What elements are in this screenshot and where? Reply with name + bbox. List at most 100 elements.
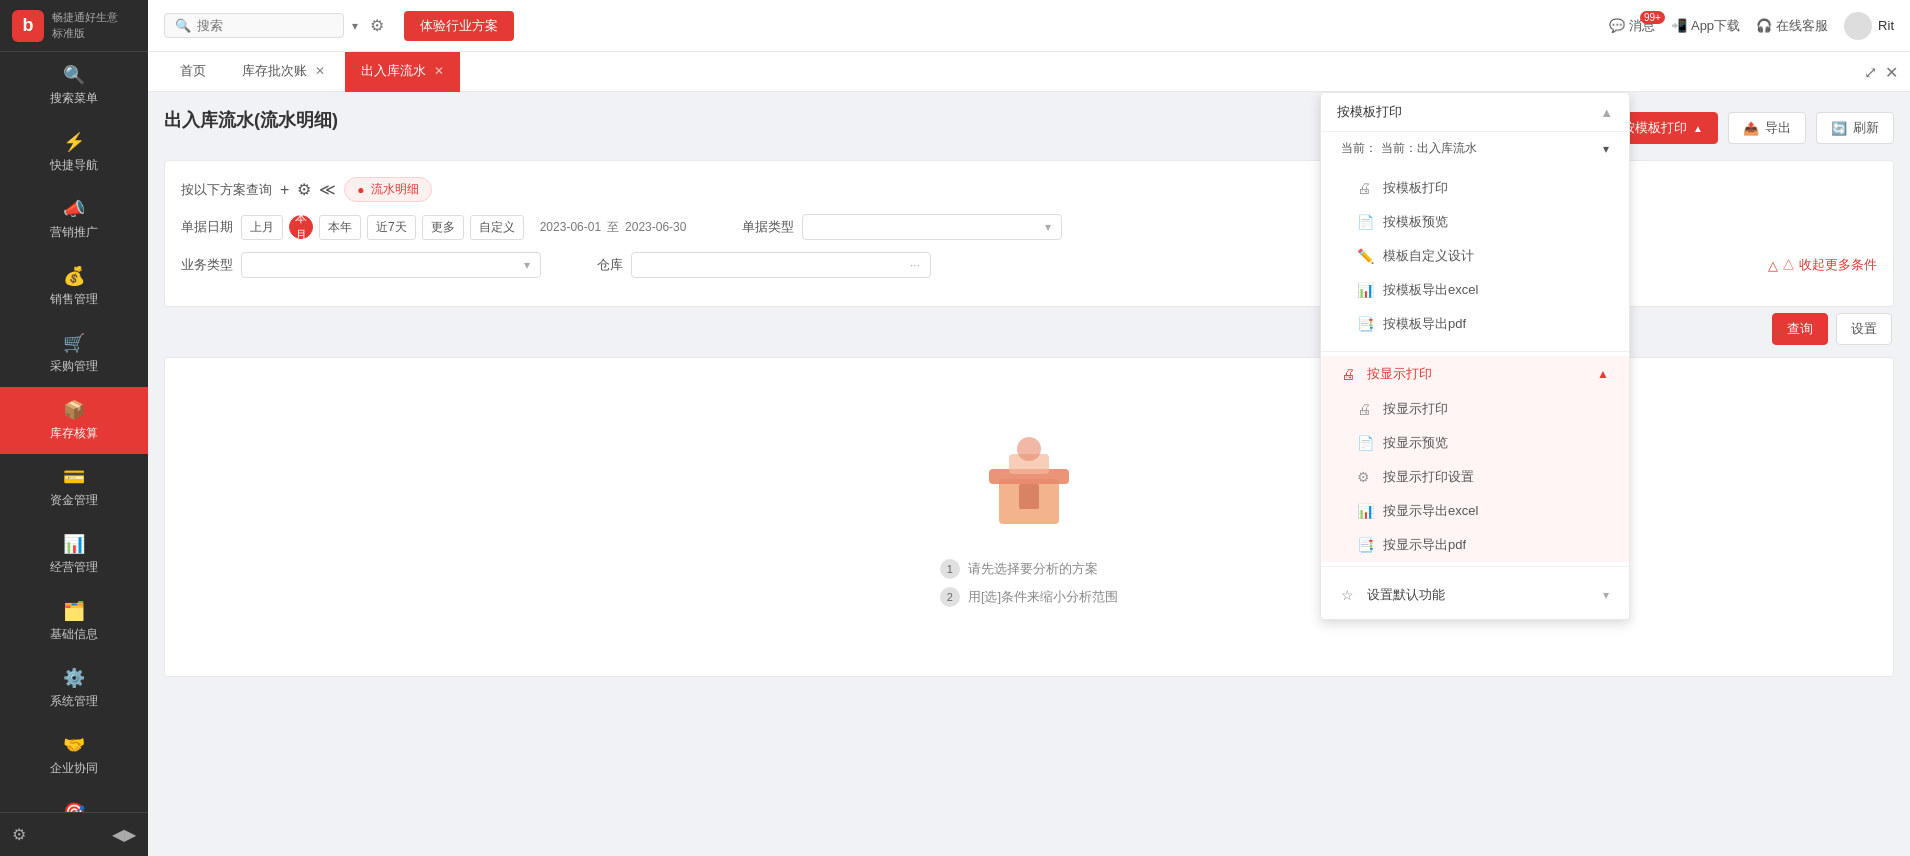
template-pdf-item[interactable]: 📑 按模板导出pdf [1321, 307, 1629, 341]
collapse-sidebar-icon[interactable]: ◀▶ [112, 825, 136, 844]
empty-step-1: 1 请先选择要分析的方案 [940, 559, 1118, 579]
date-btn-7days[interactable]: 近7天 [367, 215, 416, 240]
display-print-item[interactable]: 🖨 按显示打印 [1321, 392, 1629, 426]
page-content: 出入库流水(流水明细) 🖨 按模板打印 ▲ 📤 导出 🔄 刷新 [148, 92, 1910, 856]
step-1-num: 1 [940, 559, 960, 579]
trial-button[interactable]: 体验行业方案 [404, 11, 514, 41]
inventory-icon: 📦 [63, 399, 85, 421]
current-template-arrow[interactable]: ▾ [1603, 142, 1609, 156]
display-settings-item[interactable]: ⚙ 按显示打印设置 [1321, 460, 1629, 494]
tab-close-flow[interactable]: ✕ [434, 64, 444, 78]
tag-icon: ● [357, 183, 364, 197]
content-area: 1 请先选择要分析的方案 2 用[选]条件来缩小分析范围 [164, 357, 1894, 677]
dropdown-panel-header: 按模板打印 ▲ [1321, 93, 1629, 132]
maximize-button[interactable]: ⤢ [1864, 63, 1877, 82]
sidebar-item-basic[interactable]: 🗂️ 基础信息 [0, 588, 148, 655]
printer-icon: 🖨 [1357, 180, 1373, 196]
date-btn-custom[interactable]: 自定义 [470, 215, 524, 240]
tab-close-batch[interactable]: ✕ [315, 64, 325, 78]
filter-tag[interactable]: ● 流水明细 [344, 177, 431, 202]
refresh-button[interactable]: 🔄 刷新 [1816, 112, 1894, 144]
settings-button[interactable]: 设置 [1836, 313, 1892, 345]
sidebar-item-finance[interactable]: 💳 资金管理 [0, 454, 148, 521]
folder-icon: 🗂️ [63, 600, 85, 622]
template-excel-item[interactable]: 📊 按模板导出excel [1321, 273, 1629, 307]
sidebar-item-quick-nav[interactable]: ⚡ 快捷导航 [0, 119, 148, 186]
template-print-item[interactable]: 🖨 按模板打印 [1321, 171, 1629, 205]
add-filter-button[interactable]: + [280, 181, 289, 199]
sidebar-item-sales[interactable]: 💰 销售管理 [0, 253, 148, 320]
display-pdf-item[interactable]: 📑 按显示导出pdf [1321, 528, 1629, 562]
svg-rect-4 [1019, 484, 1039, 509]
topbar-settings-icon[interactable]: ⚙ [370, 16, 384, 35]
preview-icon: 📄 [1357, 214, 1373, 230]
gear-icon: ⚙️ [63, 667, 85, 689]
search-input[interactable] [197, 18, 317, 33]
filter-label: 按以下方案查询 [181, 181, 272, 199]
tab-home[interactable]: 首页 [164, 52, 222, 92]
dropdown-close-arrow[interactable]: ▲ [1600, 105, 1613, 120]
display-settings-icon: ⚙ [1357, 469, 1373, 485]
search-box[interactable]: 🔍 [164, 13, 344, 38]
refresh-icon: 🔄 [1831, 121, 1847, 136]
sidebar-item-marketing[interactable]: 📣 营销推广 [0, 186, 148, 253]
tab-flow[interactable]: 出入库流水 ✕ [345, 52, 460, 92]
warehouse-select[interactable]: ··· [631, 252, 931, 278]
filter-collapse-button[interactable]: ≪ [319, 180, 336, 199]
date-btn-this-year[interactable]: 本年 [319, 215, 361, 240]
chart-icon: 📊 [63, 533, 85, 555]
export-button[interactable]: 📤 导出 [1728, 112, 1806, 144]
pdf-icon: 📑 [1357, 316, 1373, 332]
flash-icon: ⚡ [63, 131, 85, 153]
template-custom-item[interactable]: ✏️ 模板自定义设计 [1321, 239, 1629, 273]
star-icon: ☆ [1341, 587, 1357, 603]
collapse-more-button[interactable]: △ △ 收起更多条件 [1768, 256, 1877, 274]
sidebar: b 畅捷通好生意 标准版 🔍 搜索菜单 ⚡ 快捷导航 📣 营销推广 💰 销售管理… [0, 0, 148, 856]
sidebar-logo: b 畅捷通好生意 标准版 [0, 0, 148, 52]
sidebar-item-system[interactable]: ⚙️ 系统管理 [0, 655, 148, 722]
settings-bottom-icon[interactable]: ⚙ [12, 825, 26, 844]
sidebar-item-inventory[interactable]: 📦 库存核算 [0, 387, 148, 454]
date-btn-this-month[interactable]: 本月 [289, 215, 313, 239]
empty-steps-list: 1 请先选择要分析的方案 2 用[选]条件来缩小分析范围 [940, 559, 1118, 615]
set-default-arrow: ▾ [1603, 588, 1609, 602]
display-preview-item[interactable]: 📄 按显示预览 [1321, 426, 1629, 460]
customer-service-item[interactable]: 🎧 在线客服 [1756, 17, 1828, 35]
template-preview-item[interactable]: 📄 按模板预览 [1321, 205, 1629, 239]
tab-batch[interactable]: 库存批次账 ✕ [226, 52, 341, 92]
collapse-icon: △ [1768, 258, 1778, 273]
query-button[interactable]: 查询 [1772, 313, 1828, 345]
download-icon: 📲 [1671, 18, 1687, 33]
export-icon: 📤 [1743, 121, 1759, 136]
filter-warehouse-field: 仓库 ··· [597, 252, 931, 278]
date-btn-last-month[interactable]: 上月 [241, 215, 283, 240]
display-section: 🖨 按显示打印 ▲ 🖨 按显示打印 📄 按显示预览 ⚙ 按显示打印设置 [1321, 356, 1629, 562]
display-printer-icon: 🖨 [1341, 366, 1357, 382]
cart-icon: 🛒 [63, 332, 85, 354]
sidebar-item-operation[interactable]: 📊 经营管理 [0, 521, 148, 588]
close-tab-button[interactable]: ✕ [1885, 63, 1898, 82]
sidebar-bottom: ⚙ ◀▶ [0, 812, 148, 856]
sidebar-item-collab[interactable]: 🤝 企业协同 [0, 722, 148, 789]
doctype-select[interactable]: ▾ [802, 214, 1062, 240]
message-icon-item[interactable]: 💬 消息 99+ [1609, 17, 1655, 35]
filter-area: 按以下方案查询 + ⚙ ≪ ● 流水明细 单据日期 上月 本月 本年 近7天 [164, 160, 1894, 307]
filter-settings-button[interactable]: ⚙ [297, 180, 311, 199]
biztype-label: 业务类型 [181, 256, 233, 274]
display-excel-item[interactable]: 📊 按显示导出excel [1321, 494, 1629, 528]
search-dropdown-arrow[interactable]: ▾ [352, 19, 358, 33]
template-section: 🖨 按模板打印 📄 按模板预览 ✏️ 模板自定义设计 📊 按模板导出excel … [1321, 165, 1629, 347]
user-avatar [1844, 12, 1872, 40]
sidebar-item-purchase[interactable]: 🛒 采购管理 [0, 320, 148, 387]
user-profile[interactable]: Rit [1844, 12, 1894, 40]
app-download-item[interactable]: 📲 App下载 [1671, 17, 1740, 35]
excel-icon: 📊 [1357, 282, 1373, 298]
sidebar-item-search[interactable]: 🔍 搜索菜单 [0, 52, 148, 119]
set-default-item[interactable]: ☆ 设置默认功能 ▾ [1321, 577, 1629, 613]
message-icon: 💬 [1609, 18, 1625, 33]
date-btn-more[interactable]: 更多 [422, 215, 464, 240]
filter-biztype-field: 业务类型 ▾ [181, 252, 541, 278]
biztype-select[interactable]: ▾ [241, 252, 541, 278]
sidebar-item-guide[interactable]: 🎯 新手引导 [0, 789, 148, 812]
display-print-header[interactable]: 🖨 按显示打印 ▲ [1321, 356, 1629, 392]
